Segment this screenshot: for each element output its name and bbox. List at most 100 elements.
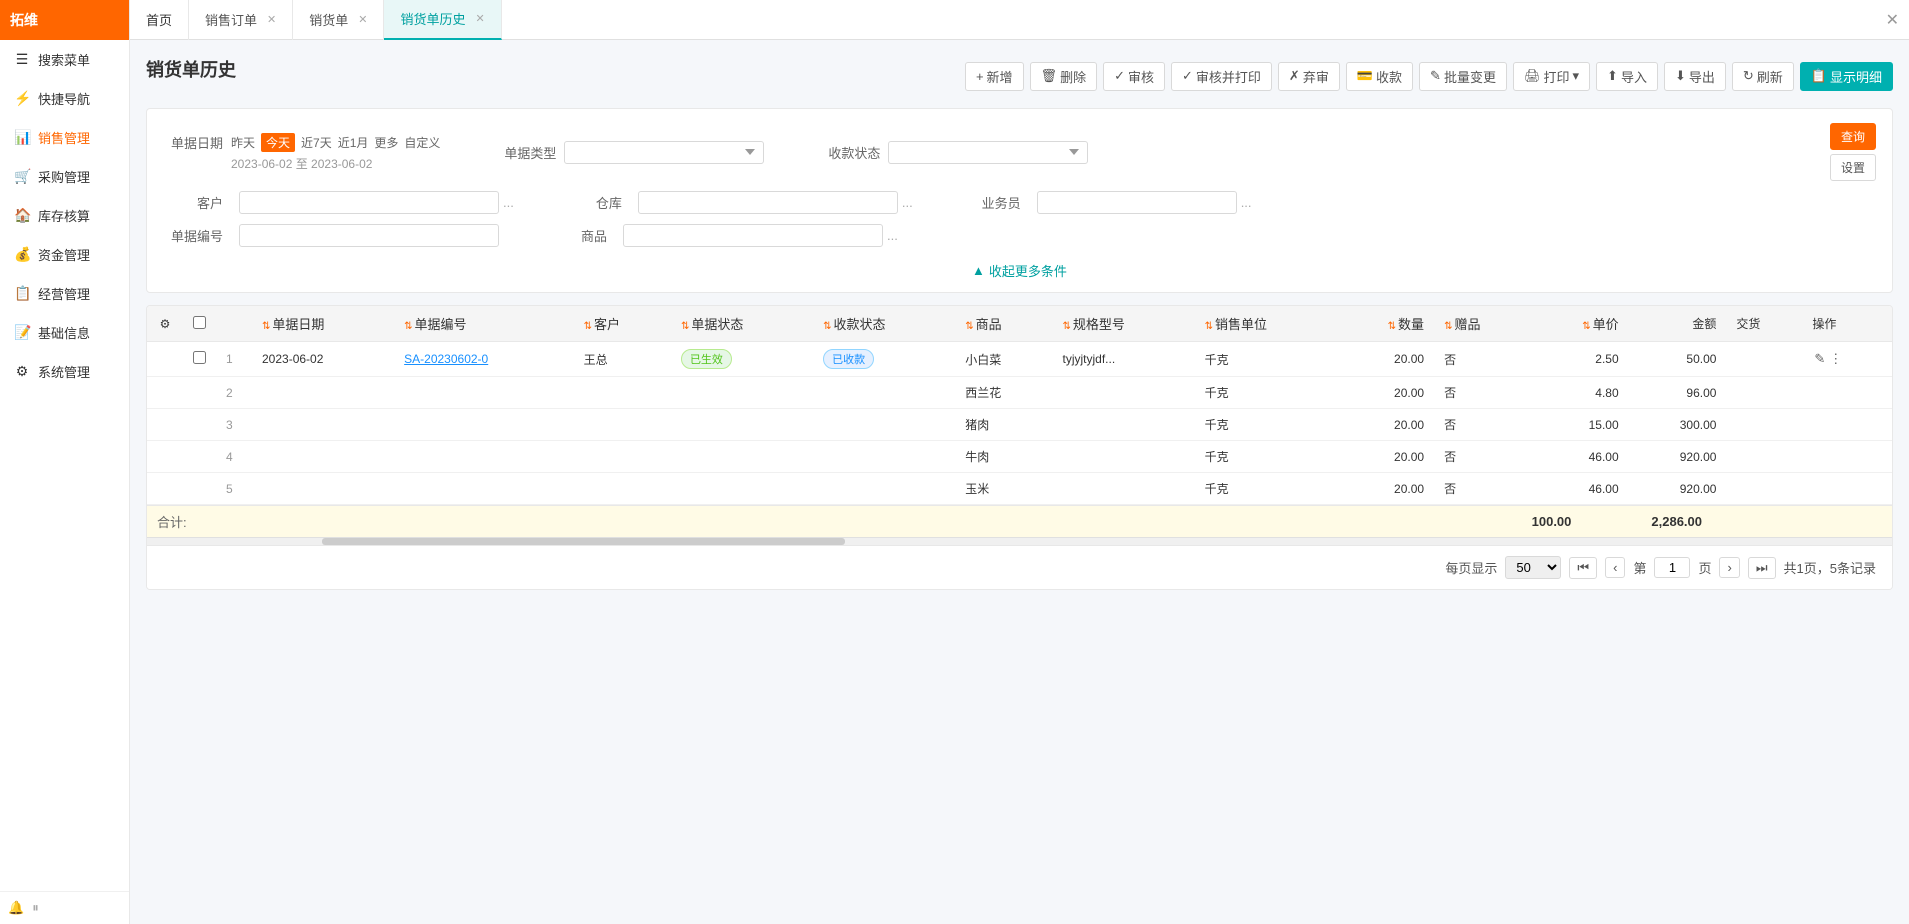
col-price[interactable]: ⇅单价 (1531, 306, 1628, 342)
cell-checkbox[interactable] (183, 473, 216, 505)
select-all-checkbox[interactable] (193, 316, 206, 329)
sidebar-item-operations[interactable]: 📋 经营管理 (0, 274, 129, 313)
refresh-button[interactable]: ↻ 刷新 (1732, 62, 1794, 91)
table-row: 3 猪肉 千克 20.00 否 15.00 300.00 (147, 409, 1892, 441)
sidebar-item-inventory[interactable]: 🏠 库存核算 (0, 196, 129, 235)
tab-sales-order-close[interactable]: ✕ (267, 13, 276, 26)
cell-checkbox[interactable] (183, 377, 216, 409)
page-size-select[interactable]: 50 100 200 (1505, 556, 1561, 579)
sidebar-item-basic-info[interactable]: 📝 基础信息 (0, 313, 129, 352)
tab-home[interactable]: 首页 (130, 0, 189, 40)
warehouse-input[interactable] (638, 191, 898, 214)
cell-trade (1726, 441, 1802, 473)
query-button[interactable]: 查询 (1830, 123, 1876, 150)
salesman-dots[interactable]: ... (1241, 195, 1252, 210)
sidebar-item-quick-nav[interactable]: ⚡ 快捷导航 (0, 79, 129, 118)
cell-doc-no[interactable] (394, 473, 574, 505)
cell-doc-no[interactable] (394, 409, 574, 441)
col-doc-no[interactable]: ⇅单据编号 (394, 306, 574, 342)
cell-doc-no[interactable] (394, 441, 574, 473)
cell-customer (574, 377, 671, 409)
doc-no-input[interactable] (239, 224, 499, 247)
table-row: 4 牛肉 千克 20.00 否 46.00 920.00 (147, 441, 1892, 473)
delete-button[interactable]: 🗑 删除 (1030, 62, 1098, 91)
tab-sales-history[interactable]: 销货单历史 ✕ (384, 0, 501, 40)
goods-input[interactable] (623, 224, 883, 247)
cell-goods: 猪肉 (955, 409, 1052, 441)
show-detail-button[interactable]: 📋 显示明细 (1800, 62, 1893, 91)
review-button[interactable]: ✓ 审核 (1103, 62, 1165, 91)
col-gift[interactable]: ⇅赠品 (1434, 306, 1531, 342)
shortcut-custom[interactable]: 自定义 (404, 134, 440, 151)
cell-gift: 否 (1434, 441, 1531, 473)
col-qty[interactable]: ⇅数量 (1337, 306, 1434, 342)
tab-sales-history-close[interactable]: ✕ (476, 12, 485, 25)
pause-icon[interactable]: ⏸ (32, 900, 39, 916)
cell-checkbox[interactable] (183, 409, 216, 441)
add-button[interactable]: + 新增 (965, 62, 1024, 91)
col-spec[interactable]: ⇅规格型号 (1053, 306, 1195, 342)
table-row: 5 玉米 千克 20.00 否 46.00 920.00 (147, 473, 1892, 505)
edit-action[interactable]: ✎ (1812, 349, 1827, 369)
col-customer[interactable]: ⇅客户 (574, 306, 671, 342)
cell-date (252, 473, 394, 505)
sidebar-item-sales-mgmt[interactable]: 📊 销售管理 (0, 118, 129, 157)
page-label: 第 (1633, 558, 1646, 577)
summary-label: 合计: (157, 512, 187, 531)
import-button[interactable]: ⬆ 导入 (1596, 62, 1658, 91)
warehouse-dots[interactable]: ... (902, 195, 913, 210)
tab-bar-close[interactable]: ✕ (1886, 10, 1909, 30)
batch-change-button[interactable]: ✎ 批量变更 (1419, 62, 1507, 91)
cell-spec (1053, 377, 1195, 409)
shortcut-today[interactable]: 今天 (261, 133, 295, 152)
payment-status-select[interactable] (888, 141, 1088, 164)
abandon-button[interactable]: ✗ 弃审 (1278, 62, 1340, 91)
shortcut-7days[interactable]: 近7天 (301, 134, 332, 151)
tab-sales-order[interactable]: 销售订单 ✕ (189, 0, 293, 40)
date-shortcuts: 昨天 今天 近7天 近1月 更多 自定义 (231, 133, 440, 152)
salesman-input[interactable] (1037, 191, 1237, 214)
cell-action (1802, 377, 1892, 409)
shortcut-1month[interactable]: 近1月 (338, 134, 369, 151)
cell-doc-no[interactable] (394, 377, 574, 409)
page-input[interactable] (1654, 557, 1690, 578)
export-button[interactable]: ⬇ 导出 (1664, 62, 1726, 91)
sidebar-item-purchase-mgmt[interactable]: 🛒 采购管理 (0, 157, 129, 196)
import-icon: ⬆ (1607, 68, 1618, 84)
cell-checkbox[interactable] (183, 342, 216, 377)
print-button[interactable]: 🖨 打印 ▾ (1513, 62, 1590, 91)
cell-doc-no[interactable]: SA-20230602-0 (394, 342, 574, 377)
prev-page-button[interactable]: ‹ (1605, 557, 1625, 578)
next-page-button[interactable]: › (1719, 557, 1739, 578)
col-settings[interactable]: ⚙ (147, 306, 183, 342)
tab-sales-goods[interactable]: 销货单 ✕ (293, 0, 384, 40)
more-action[interactable]: ⋮ (1827, 349, 1844, 369)
first-page-button[interactable]: ⏮ (1569, 557, 1597, 579)
sidebar-item-label: 快捷导航 (38, 89, 90, 108)
customer-input[interactable] (239, 191, 499, 214)
col-payment-status[interactable]: ⇅收款状态 (813, 306, 955, 342)
doc-type-select[interactable] (564, 141, 764, 164)
sidebar-item-finance[interactable]: 💰 资金管理 (0, 235, 129, 274)
cell-index: 2 (216, 377, 252, 409)
customer-dots[interactable]: ... (503, 195, 514, 210)
sidebar-item-search-menu[interactable]: ☰ 搜索菜单 (0, 40, 129, 79)
review-print-button[interactable]: ✓ 审核并打印 (1171, 62, 1272, 91)
collapse-button[interactable]: ▲ 收起更多条件 (163, 257, 1876, 284)
quick-nav-icon: ⚡ (14, 90, 30, 107)
goods-dots[interactable]: ... (887, 228, 898, 243)
col-goods[interactable]: ⇅商品 (955, 306, 1052, 342)
col-date[interactable]: ⇅单据日期 (252, 306, 394, 342)
last-page-button[interactable]: ⏭ (1748, 557, 1776, 579)
shortcut-yesterday[interactable]: 昨天 (231, 134, 255, 151)
col-unit[interactable]: ⇅销售单位 (1195, 306, 1337, 342)
sidebar-item-system-mgmt[interactable]: ⚙ 系统管理 (0, 352, 129, 391)
collect-button[interactable]: 💳 收款 (1346, 62, 1413, 91)
shortcut-more[interactable]: 更多 (374, 134, 398, 151)
col-doc-status[interactable]: ⇅单据状态 (671, 306, 813, 342)
notification-icon[interactable]: 🔔 (8, 900, 24, 916)
cell-checkbox[interactable] (183, 441, 216, 473)
settings-button[interactable]: 设置 (1830, 154, 1876, 181)
cell-customer (574, 473, 671, 505)
tab-sales-goods-close[interactable]: ✕ (358, 13, 367, 26)
